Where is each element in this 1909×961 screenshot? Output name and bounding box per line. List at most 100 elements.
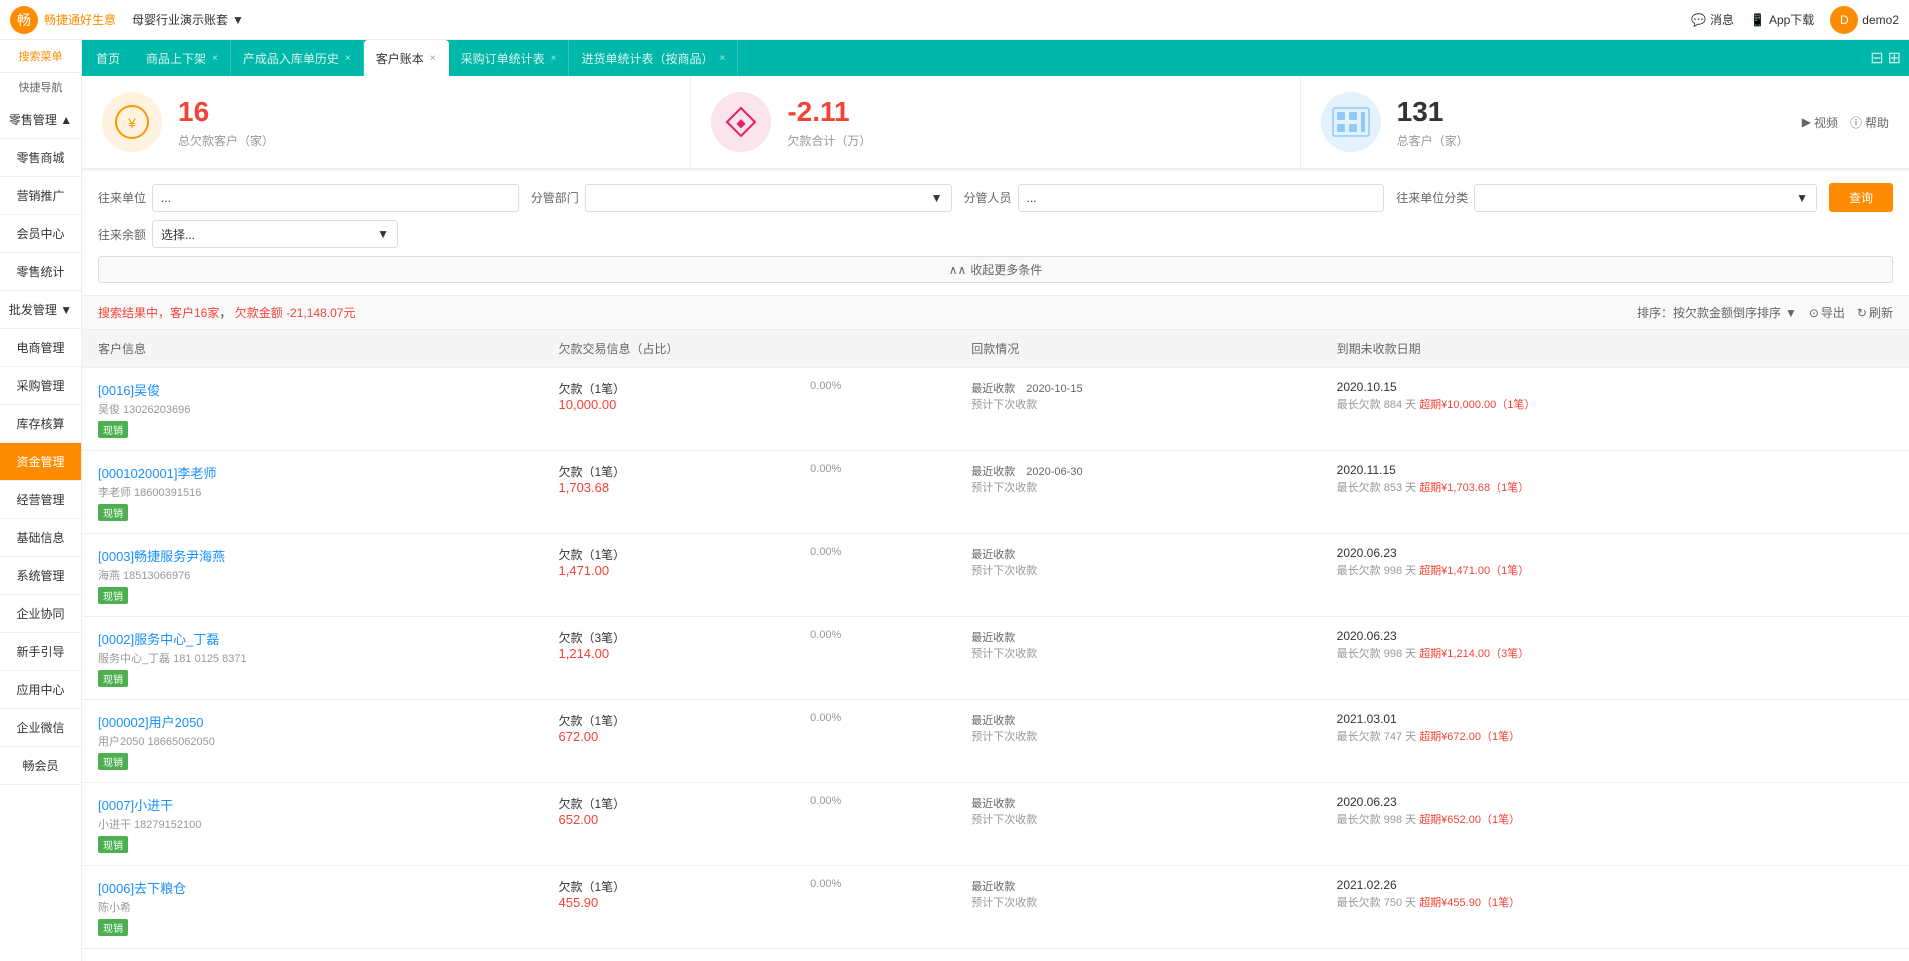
sidebar-item-member[interactable]: 畅会员 (0, 747, 81, 785)
sidebar-item-app-center[interactable]: 应用中心 (0, 671, 81, 709)
sidebar-item-enterprise-collab[interactable]: 企业协同 (0, 595, 81, 633)
collapse-row: ∧∧ 收起更多条件 (98, 256, 1893, 283)
sidebar-item-marketing[interactable]: 营销推广 (0, 177, 81, 215)
payment-label-6: 最近收款 (971, 878, 1304, 894)
sidebar-quick-nav[interactable]: 快捷导航 (0, 73, 81, 101)
customer-name-5[interactable]: [0007]小进干 (98, 795, 527, 814)
payment-label-1: 最近收款 2020-06-30 (971, 463, 1304, 479)
customer-name-1[interactable]: [0001020001]李老师 (98, 463, 527, 482)
sidebar-item-system-mgmt[interactable]: 系统管理 (0, 557, 81, 595)
tag-xian-0: 现销 (98, 421, 128, 438)
tab-expand-icon[interactable]: ⊞ (1888, 48, 1901, 68)
tab-goods-listing[interactable]: 商品上下架 × (134, 40, 231, 76)
cell-customer-info-2: [0003]畅捷服务尹海燕 海燕 18513066976 现销 (82, 534, 543, 617)
views-btn[interactable]: ▶ 视频 (1802, 114, 1838, 131)
debt-amount-1[interactable]: 1,703.68 (559, 480, 779, 495)
cell-overdue-2: 2020.06.23 最长欠款 998 天 超期¥1,471.00（1笔） (1321, 534, 1909, 617)
cell-payment-3: 最近收款 预计下次收款 (955, 617, 1320, 700)
debt-amount-3[interactable]: 1,214.00 (559, 646, 779, 661)
overdue-link-6[interactable]: 超期¥455.90（1笔） (1419, 897, 1520, 909)
user-avatar-btn[interactable]: D demo2 (1830, 6, 1899, 34)
overdue-link-3[interactable]: 超期¥1,214.00（3笔） (1419, 648, 1529, 660)
refresh-btn[interactable]: ↻ 刷新 (1857, 304, 1893, 321)
filter-input-unit[interactable]: ... (152, 184, 519, 212)
help-btn[interactable]: ⓘ 帮助 (1850, 114, 1889, 131)
customer-name-2[interactable]: [0003]畅捷服务尹海燕 (98, 546, 527, 565)
sidebar-item-guide[interactable]: 新手引导 (0, 633, 81, 671)
tab-collapse-icon[interactable]: ⊟ (1870, 48, 1883, 68)
debt-amount-6[interactable]: 455.90 (559, 895, 779, 910)
filter-input-person[interactable]: ... (1018, 184, 1385, 212)
customer-name-4[interactable]: [000002]用户2050 (98, 712, 527, 731)
tab-purchase-stats-close[interactable]: × (551, 53, 557, 64)
overdue-link-4[interactable]: 超期¥672.00（1笔） (1419, 731, 1520, 743)
cell-debt-count-7: 欠款（1笔） 429.00 (543, 949, 795, 961)
sidebar-item-wholesale-mgmt[interactable]: 批发管理 ▼ (0, 291, 81, 329)
customer-name-6[interactable]: [0006]去下粮仓 (98, 878, 527, 897)
tab-purchase-goods-stats[interactable]: 进货单统计表（按商品） × (569, 40, 738, 76)
export-btn[interactable]: ⊙ 导出 (1809, 304, 1845, 321)
filter-select-category[interactable]: ▼ (1474, 184, 1817, 212)
filter-row-1: 往来单位 ... 分管部门 ▼ 分管人员 (98, 183, 1893, 212)
filter-item-unit: 往来单位 ... (98, 184, 519, 212)
collapse-btn[interactable]: ∧∧ 收起更多条件 (98, 256, 1893, 283)
cell-payment-1: 最近收款 2020-06-30 预计下次收款 (955, 451, 1320, 534)
customer-name-3[interactable]: [0002]服务中心_丁磊 (98, 629, 527, 648)
customer-name-0[interactable]: [0016]吴俊 (98, 380, 527, 399)
overdue-date-2: 2020.06.23 (1337, 546, 1893, 560)
overdue-link-2[interactable]: 超期¥1,471.00（1笔） (1419, 565, 1529, 577)
sidebar-item-wechat[interactable]: 企业微信 (0, 709, 81, 747)
sidebar-item-inventory[interactable]: 库存核算 (0, 405, 81, 443)
sidebar-item-finance[interactable]: 资金管理 (0, 443, 81, 481)
debt-amount-5[interactable]: 652.00 (559, 812, 779, 827)
page-body: ¥ 16 总欠款客户（家） ◆ -2.11 欠款合计（万） (82, 76, 1909, 961)
cell-customer-info-0: [0016]吴俊 吴俊 13026203696 现销 (82, 368, 543, 451)
tab-goods-listing-close[interactable]: × (212, 53, 218, 64)
debt-amount-4[interactable]: 672.00 (559, 729, 779, 744)
sidebar-item-member-center[interactable]: 会员中心 (0, 215, 81, 253)
tab-inventory-history-label: 产成品入库单历史 (243, 50, 339, 67)
tab-customer-ledger[interactable]: 客户账本 × (364, 40, 449, 76)
app-download-btn[interactable]: 📱 App下载 (1750, 11, 1814, 28)
payment-next-3: 预计下次收款 (971, 645, 1304, 661)
overdue-link-1[interactable]: 超期¥1,703.68（1笔） (1419, 482, 1529, 494)
debt-count-1: 欠款（1笔） (559, 463, 779, 480)
sidebar-item-purchase[interactable]: 采购管理 (0, 367, 81, 405)
sort-selector[interactable]: 排序：按欠款金额倒序排序 ▼ (1637, 304, 1797, 321)
sidebar-search[interactable]: 搜索菜单 (0, 40, 81, 73)
cell-customer-info-7: [000001]黄思源 黄思源 13552700226 现销 (82, 949, 543, 961)
sidebar-item-retail-mall[interactable]: 零售商城 (0, 139, 81, 177)
cell-debt-count-6: 欠款（1笔） 455.90 (543, 866, 795, 949)
message-btn[interactable]: 💬 消息 (1691, 11, 1734, 28)
sidebar-item-retail-stats[interactable]: 零售统计 (0, 253, 81, 291)
debt-amount-0[interactable]: 10,000.00 (559, 397, 779, 412)
tab-home[interactable]: 首页 (82, 40, 134, 76)
filter-select-balance[interactable]: 选择... ▼ (152, 220, 398, 248)
tab-purchase-goods-stats-close[interactable]: × (719, 53, 725, 64)
logo-text: 畅捷通好生意 (44, 11, 116, 28)
query-button[interactable]: 查询 (1829, 183, 1893, 212)
stat-label-debt-total: 欠款合计（万） (787, 132, 871, 149)
overdue-link-5[interactable]: 超期¥652.00（1笔） (1419, 814, 1520, 826)
payment-label-0: 最近收款 2020-10-15 (971, 380, 1304, 396)
overdue-link-0[interactable]: 超期¥10,000.00（1笔） (1419, 399, 1535, 411)
sidebar-item-operations[interactable]: 经营管理 (0, 481, 81, 519)
top-bar-left: 畅 畅捷通好生意 母婴行业演示账套 ▼ (10, 6, 252, 34)
sidebar-item-basic-info[interactable]: 基础信息 (0, 519, 81, 557)
debt-amount-2[interactable]: 1,471.00 (559, 563, 779, 578)
filter-item-dept: 分管部门 ▼ (531, 184, 952, 212)
store-selector[interactable]: 母婴行业演示账套 ▼ (124, 11, 252, 28)
tab-inventory-history-close[interactable]: × (345, 53, 351, 64)
stat-value-total-customers: 131 (1397, 96, 1469, 128)
debt-count-6: 欠款（1笔） (559, 878, 779, 895)
sidebar-item-ecommerce[interactable]: 电商管理 (0, 329, 81, 367)
tab-customer-ledger-close[interactable]: × (430, 53, 436, 64)
sidebar-item-retail-mgmt[interactable]: 零售管理 ▲ (0, 101, 81, 139)
tab-purchase-stats[interactable]: 采购订单统计表 × (449, 40, 570, 76)
customer-detail-4: 用户2050 18665062050 (98, 733, 527, 749)
sort-label: 排序：按欠款金额倒序排序 (1637, 304, 1781, 321)
tag-xian-3: 现销 (98, 670, 128, 687)
cell-debt-pct-7: 0.00% (794, 949, 955, 961)
tab-inventory-history[interactable]: 产成品入库单历史 × (231, 40, 364, 76)
filter-select-dept[interactable]: ▼ (585, 184, 952, 212)
